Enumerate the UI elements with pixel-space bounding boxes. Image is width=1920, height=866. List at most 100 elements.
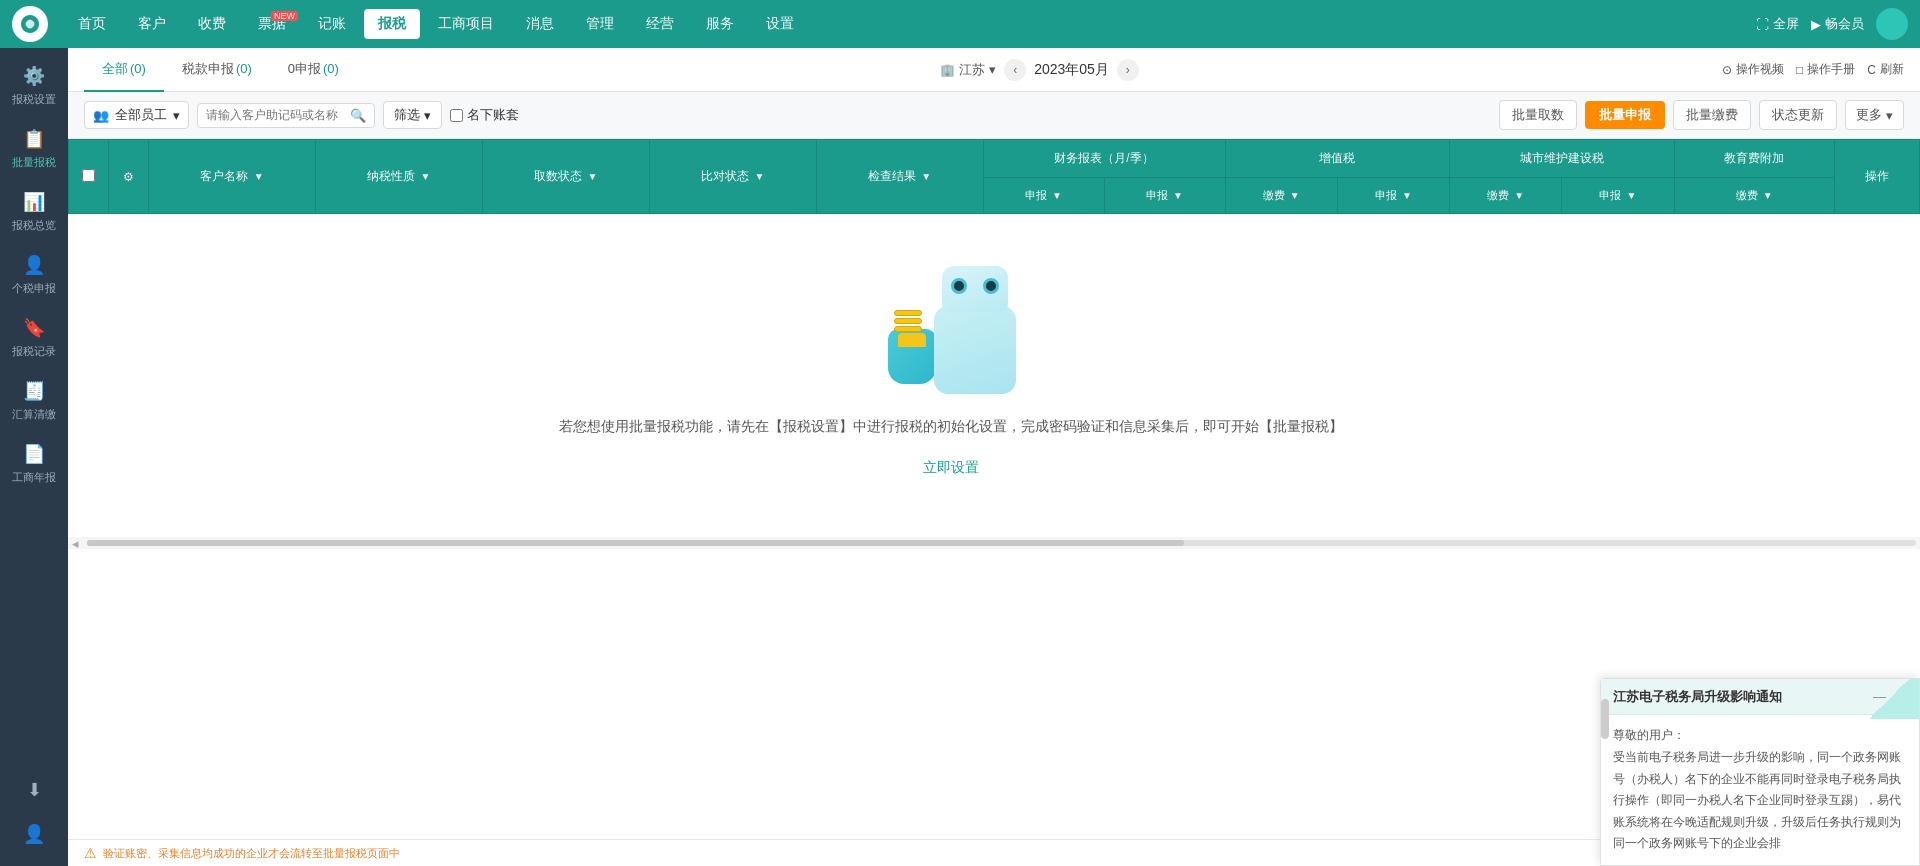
col-check-result[interactable]: 检查结果 ▼ — [816, 140, 983, 214]
tab-zero-declare[interactable]: 0申报 (0) — [270, 48, 357, 92]
setup-link[interactable]: 立即设置 — [923, 459, 979, 477]
tax-record-icon: 🔖 — [22, 316, 46, 340]
sidebar-item-tax-settings[interactable]: ⚙️ 报税设置 — [4, 56, 64, 115]
sidebar-bottom: ⬇ 👤 — [4, 770, 64, 866]
tab-all[interactable]: 全部 (0) — [84, 48, 164, 92]
nav-industry[interactable]: 工商项目 — [424, 9, 508, 39]
col-urban-construction: 城市维护建设税 — [1450, 140, 1675, 178]
sidebar-item-tax-record[interactable]: 🔖 报税记录 — [4, 308, 64, 367]
avatar[interactable] — [1876, 8, 1908, 40]
fullscreen-icon: ⛶ — [1756, 17, 1769, 32]
video-icon: ⊙ — [1722, 63, 1732, 77]
batch-pay-button[interactable]: 批量缴费 — [1673, 100, 1751, 130]
sidebar-item-tax-overview[interactable]: 📊 报税总览 — [4, 182, 64, 241]
col-fetch-status[interactable]: 取数状态 ▼ — [482, 140, 649, 214]
sidebar-item-batch-tax[interactable]: 📋 批量报税 — [4, 119, 64, 178]
operation-video-button[interactable]: ⊙ 操作视频 — [1722, 61, 1784, 78]
table-body: 若您想使用批量报税功能，请先在【报税设置】中进行报税的初始化设置，完成密码验证和… — [69, 214, 1920, 538]
coin-bag-top — [898, 333, 926, 347]
scroll-left-btn[interactable]: ◂ — [68, 536, 83, 551]
tab-right-buttons: ⊙ 操作视频 □ 操作手册 C 刷新 — [1722, 61, 1904, 78]
new-badge: NEW — [271, 11, 298, 21]
toolbar-right: 批量取数 批量申报 批量缴费 状态更新 更多 ▾ — [1499, 100, 1904, 130]
nav-customer[interactable]: 客户 — [124, 9, 180, 39]
sidebar-item-download[interactable]: ⬇ — [4, 770, 64, 810]
nav-accounting[interactable]: 记账 — [304, 9, 360, 39]
col-urban-declare[interactable]: 申报 ▼ — [1337, 178, 1449, 214]
filter-icon: ▼ — [1052, 190, 1062, 201]
checkbox-label[interactable]: 名下账套 — [450, 106, 519, 124]
col-operation: 操作 — [1834, 140, 1919, 214]
account-checkbox[interactable] — [450, 109, 463, 122]
robot-head — [942, 266, 1008, 312]
status-text: 验证账密、采集信息均成功的企业才会流转至批量报税页面中 — [103, 846, 400, 861]
col-edu-declare[interactable]: 申报 ▼ — [1562, 178, 1674, 214]
col-compare-status[interactable]: 比对状态 ▼ — [649, 140, 816, 214]
fullscreen-button[interactable]: ⛶ 全屏 — [1756, 15, 1799, 33]
col-vat: 增值税 — [1225, 140, 1450, 178]
col-urban-pay[interactable]: 缴费 ▼ — [1450, 178, 1562, 214]
filter-button[interactable]: 筛选 ▾ — [383, 101, 442, 129]
nav-operation[interactable]: 经营 — [632, 9, 688, 39]
sidebar-item-user[interactable]: 👤 — [4, 814, 64, 854]
batch-fetch-button[interactable]: 批量取数 — [1499, 100, 1577, 130]
col-vat-pay[interactable]: 缴费 ▼ — [1225, 178, 1337, 214]
region-button[interactable]: 🏢 江苏 ▾ — [940, 61, 996, 79]
status-update-button[interactable]: 状态更新 — [1759, 100, 1837, 130]
scroll-track — [87, 540, 1916, 546]
sidebar-item-annual-report[interactable]: 📄 工商年报 — [4, 434, 64, 493]
col-tax-nature[interactable]: 纳税性质 ▼ — [315, 140, 482, 214]
batch-declare-button[interactable]: 批量申报 — [1585, 101, 1665, 129]
filter-icon: ▼ — [1514, 190, 1524, 201]
nav-manage[interactable]: 管理 — [572, 9, 628, 39]
more-chevron-icon: ▾ — [1886, 108, 1893, 123]
app-logo[interactable] — [12, 6, 48, 42]
next-month-button[interactable]: › — [1117, 59, 1139, 81]
tab-tax-declare[interactable]: 税款申报 (0) — [164, 48, 270, 92]
sidebar-item-annual-settle[interactable]: 🧾 汇算清缴 — [4, 371, 64, 430]
notification-body: 尊敬的用户： 受当前电子税务局进一步升级的影响，同一个政务网账号（办税人）名下的… — [1601, 715, 1919, 865]
annual-report-icon: 📄 — [22, 442, 46, 466]
nav-right: ⛶ 全屏 ▶ 畅会员 — [1756, 8, 1908, 40]
download-icon: ⬇ — [22, 778, 46, 802]
member-button[interactable]: ▶ 畅会员 — [1811, 15, 1864, 33]
notif-scroll-thumb[interactable] — [1601, 699, 1609, 739]
bottom-scrollbar[interactable]: ◂ — [68, 537, 1920, 549]
notification-panel: 江苏电子税务局升级影响通知 — ✕ 尊敬的用户： 受当前电子税务局进一步升级的影… — [1600, 678, 1920, 866]
col-edu-pay[interactable]: 缴费 ▼ — [1674, 178, 1834, 214]
region-chevron-icon: ▾ — [989, 62, 996, 77]
col-customer-name[interactable]: 客户名称 ▼ — [149, 140, 316, 214]
robot-eye-left — [951, 278, 967, 294]
toolbar: 👥 全部员工 ▾ 🔍 筛选 ▾ 名下账套 批量取数 批量申报 批量缴费 状态更新 — [68, 92, 1920, 139]
notif-corner-decoration — [1859, 679, 1919, 719]
filter-icon: ▼ — [1402, 190, 1412, 201]
filter-icon: ▼ — [421, 171, 431, 182]
select-all-checkbox-col[interactable] — [69, 140, 109, 214]
empty-row: 若您想使用批量报税功能，请先在【报税设置】中进行报税的初始化设置，完成密码验证和… — [69, 214, 1920, 538]
employee-select[interactable]: 👥 全部员工 ▾ — [84, 101, 189, 129]
scroll-thumb[interactable] — [87, 540, 1184, 546]
coins — [894, 310, 922, 332]
search-box[interactable]: 🔍 — [197, 103, 375, 128]
nav-tax[interactable]: 报税 — [364, 9, 420, 39]
search-icon[interactable]: 🔍 — [350, 108, 366, 123]
prev-month-button[interactable]: ‹ — [1004, 59, 1026, 81]
filter-icon: ▼ — [754, 171, 764, 182]
nav-home[interactable]: 首页 — [64, 9, 120, 39]
annual-settle-icon: 🧾 — [22, 379, 46, 403]
select-all-checkbox[interactable] — [82, 169, 95, 182]
nav-settings[interactable]: 设置 — [752, 9, 808, 39]
nav-message[interactable]: 消息 — [512, 9, 568, 39]
operation-manual-button[interactable]: □ 操作手册 — [1796, 61, 1855, 78]
refresh-button[interactable]: C 刷新 — [1867, 61, 1904, 78]
nav-service[interactable]: 服务 — [692, 9, 748, 39]
sidebar-item-personal-tax[interactable]: 👤 个税申报 — [4, 245, 64, 304]
col-financial-declare[interactable]: 申报 ▼ — [983, 178, 1104, 214]
col-education-surcharge: 教育费附加 — [1674, 140, 1834, 178]
col-vat-declare[interactable]: 申报 ▼ — [1104, 178, 1225, 214]
settings-col[interactable]: ⚙ — [109, 140, 149, 214]
more-button[interactable]: 更多 ▾ — [1845, 100, 1904, 130]
nav-invoice[interactable]: 票据 NEW — [244, 9, 300, 39]
search-input[interactable] — [206, 108, 346, 122]
nav-fee[interactable]: 收费 — [184, 9, 240, 39]
